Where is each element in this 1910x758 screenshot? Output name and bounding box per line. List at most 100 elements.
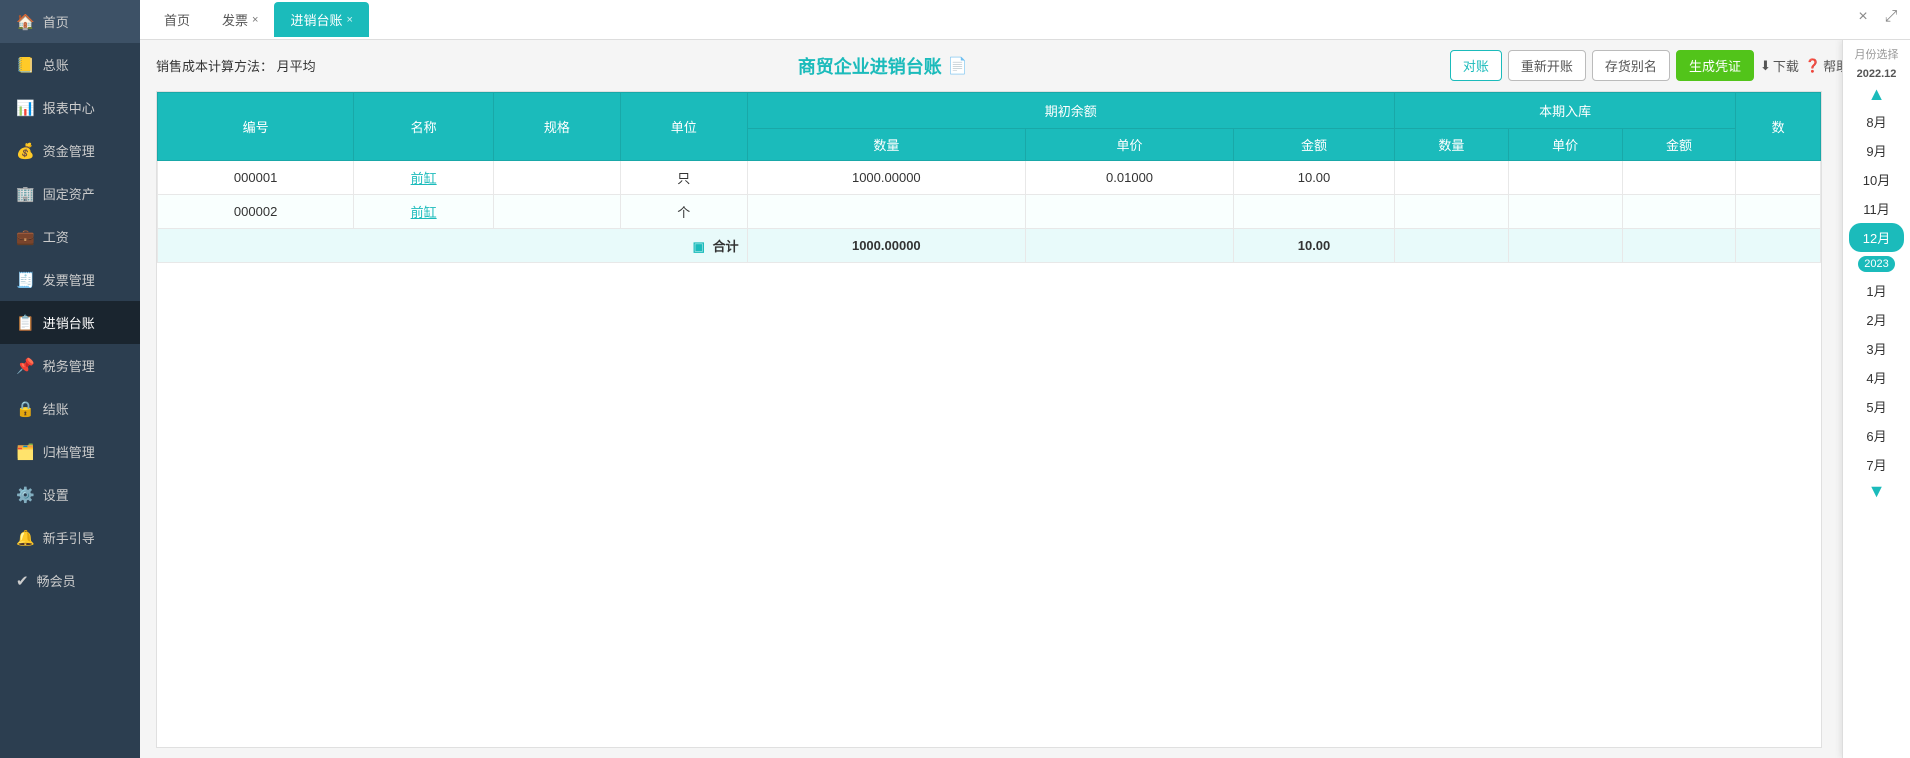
payroll-icon: 💼 [16,228,35,246]
sidebar-item-closing[interactable]: 🔒 结账 [0,387,140,430]
help-icon: ❓ [1805,58,1821,74]
total-inbound-price [1508,229,1622,263]
col-opening-amount: 金额 [1234,129,1395,161]
month-item-7[interactable]: 7月 [1843,450,1910,479]
cell-inbound-amount [1622,195,1736,229]
download-icon: ⬇ [1760,58,1771,74]
sidebar-item-invoice-management[interactable]: 🧾 发票管理 [0,258,140,301]
sidebar-item-label: 固定资产 [43,184,95,203]
save-alias-button[interactable]: 存货别名 [1592,50,1670,81]
total-icon: ▣ [693,239,705,254]
cell-spec [494,195,621,229]
reopen-button[interactable]: 重新开账 [1508,50,1586,81]
sidebar-item-label: 设置 [43,485,69,504]
month-picker-panel: 月份选择 2022.12 ▲ 8月 9月 10月 11月 12月 2023 1月… [1842,40,1910,758]
sidebar-item-general-ledger[interactable]: 📒 总账 [0,43,140,86]
total-inbound-amount [1622,229,1736,263]
col-inbound-price: 单价 [1508,129,1622,161]
closing-icon: 🔒 [16,400,35,418]
generate-voucher-button[interactable]: 生成凭证 [1676,50,1754,81]
cell-name: 前缸 [354,161,494,195]
total-extra [1736,229,1821,263]
month-item-3[interactable]: 3月 [1843,334,1910,363]
month-item-10[interactable]: 10月 [1843,165,1910,194]
page-title-text: 商贸企业进销台账 [798,53,942,79]
sidebar-item-archive[interactable]: 🗂️ 归档管理 [0,430,140,473]
col-opening-balance: 期初余额 [747,93,1394,129]
month-item-2[interactable]: 2月 [1843,305,1910,334]
cell-inbound-price [1508,161,1622,195]
total-opening-amount: 10.00 [1234,229,1395,263]
scroll-down-button[interactable]: ▼ [1866,479,1888,504]
month-item-4[interactable]: 4月 [1843,363,1910,392]
sidebar-item-report-center[interactable]: 📊 报表中心 [0,86,140,129]
assets-icon: 🏢 [16,185,35,203]
cell-opening-amount [1234,195,1395,229]
download-button[interactable]: ⬇ 下载 [1760,56,1799,75]
scroll-up-button[interactable]: ▲ [1866,82,1888,107]
home-icon: 🏠 [16,13,35,31]
month-panel-title: 月份选择 [1853,44,1901,66]
tab-purchase-sales-close[interactable]: × [346,14,352,26]
settings-icon: ⚙️ [16,486,35,504]
col-extra: 数 [1736,93,1821,161]
purchase-icon: 📋 [16,314,35,332]
cell-inbound-qty [1395,195,1509,229]
main-area: 首页 发票 × 进销台账 × 销售成本计算方法： 月平均 商贸企业进销台账 📄 … [140,0,1910,758]
total-row: ▣ 合计 1000.00000 10.00 [158,229,1821,263]
guide-icon: 🔔 [16,529,35,547]
cell-inbound-price [1508,195,1622,229]
tab-home[interactable]: 首页 [148,2,206,37]
sidebar-item-payroll[interactable]: 💼 工资 [0,215,140,258]
col-inbound-amount: 金额 [1622,129,1736,161]
cell-opening-price: 0.01000 [1026,161,1234,195]
cell-code: 000002 [158,195,354,229]
tax-icon: 📌 [16,357,35,375]
window-maximize-button[interactable]: ⤢ [1880,6,1902,28]
sidebar-item-label: 工资 [43,227,69,246]
sidebar-item-settings[interactable]: ⚙️ 设置 [0,473,140,516]
window-close-button[interactable]: × [1852,6,1874,28]
month-item-5[interactable]: 5月 [1843,392,1910,421]
sidebar-item-home[interactable]: 🏠 首页 [0,0,140,43]
item-name-link[interactable]: 前缸 [411,171,437,186]
data-table-wrapper[interactable]: 编号 名称 规格 单位 期初余额 本期入库 数 数量 单价 金额 数量 单价 [156,91,1822,748]
month-item-11[interactable]: 11月 [1843,194,1910,223]
sidebar-item-label: 税务管理 [43,356,95,375]
sidebar-item-label: 资金管理 [43,141,95,160]
month-item-1[interactable]: 1月 [1843,276,1910,305]
table-row: 000001 前缸 只 1000.00000 0.01000 10.00 [158,161,1821,195]
cell-name: 前缸 [354,195,494,229]
col-inbound: 本期入库 [1395,93,1736,129]
window-controls: × ⤢ [1852,6,1902,28]
archive-icon: 🗂️ [16,443,35,461]
month-item-8[interactable]: 8月 [1843,107,1910,136]
reconcile-button[interactable]: 对账 [1450,50,1502,81]
sidebar-item-fund-management[interactable]: 💰 资金管理 [0,129,140,172]
cell-unit: 只 [620,161,747,195]
sidebar-item-label: 进销台账 [43,313,95,332]
sidebar-item-tax-management[interactable]: 📌 税务管理 [0,344,140,387]
cell-spec [494,161,621,195]
tab-purchase-sales[interactable]: 进销台账 × [274,2,368,37]
cost-method-label: 销售成本计算方法： [156,59,273,74]
col-inbound-qty: 数量 [1395,129,1509,161]
title-edit-icon[interactable]: 📄 [948,56,968,76]
sidebar-item-member[interactable]: ✔ 畅会员 [0,559,140,602]
month-item-9[interactable]: 9月 [1843,136,1910,165]
month-item-6[interactable]: 6月 [1843,421,1910,450]
sidebar-item-purchase-sales[interactable]: 📋 进销台账 [0,301,140,344]
cell-code: 000001 [158,161,354,195]
data-table: 编号 名称 规格 单位 期初余额 本期入库 数 数量 单价 金额 数量 单价 [157,92,1821,263]
tab-invoice[interactable]: 发票 × [206,2,274,37]
year-badge-2023: 2023 [1858,256,1894,272]
cell-unit: 个 [620,195,747,229]
sidebar-item-guide[interactable]: 🔔 新手引导 [0,516,140,559]
invoice-icon: 🧾 [16,271,35,289]
total-opening-price [1026,229,1234,263]
sidebar-item-fixed-assets[interactable]: 🏢 固定资产 [0,172,140,215]
month-item-12[interactable]: 12月 [1849,223,1904,252]
table-header-row1: 编号 名称 规格 单位 期初余额 本期入库 数 [158,93,1821,129]
item-name-link[interactable]: 前缸 [411,205,437,220]
tab-invoice-close[interactable]: × [252,14,258,26]
